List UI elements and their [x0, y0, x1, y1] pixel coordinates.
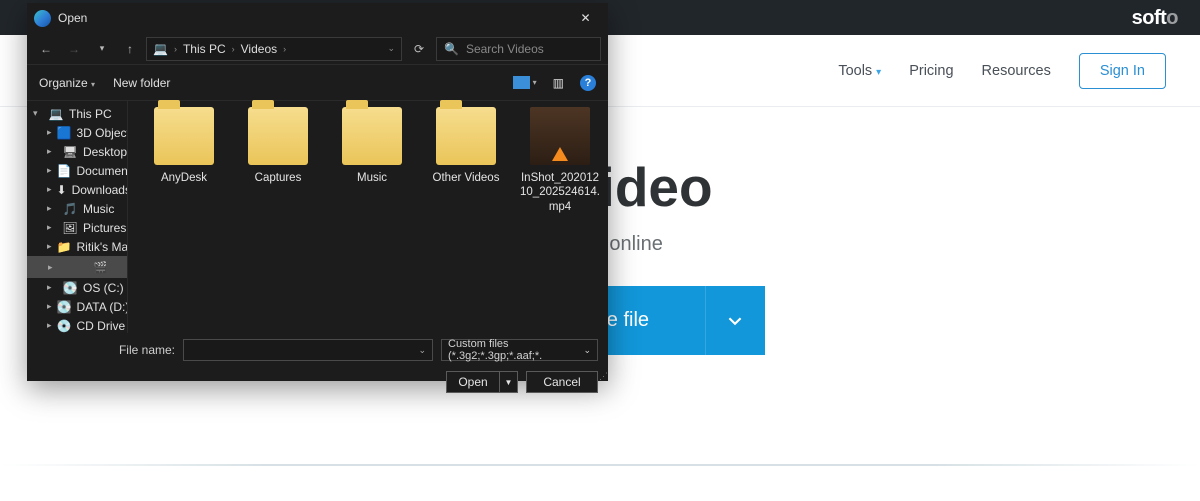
- tree-item[interactable]: ▸💽OS (C:): [27, 278, 127, 297]
- chevron-down-icon[interactable]: ⌄: [387, 43, 395, 54]
- search-input[interactable]: 🔍Search Videos: [436, 37, 601, 61]
- address-bar: ← → ▾ ↑ 💻› This PC› Videos› ⌄ ⟳ 🔍Search …: [27, 33, 608, 65]
- organize-button[interactable]: Organize ▾: [39, 76, 95, 90]
- view-button[interactable]: ▾: [513, 76, 537, 89]
- cancel-button[interactable]: Cancel: [526, 371, 598, 393]
- file-list[interactable]: AnyDeskCapturesMusicOther VideosInShot_2…: [128, 101, 608, 333]
- toolbar: Organize ▾ New folder ▾ ▥ ?: [27, 65, 608, 101]
- close-icon[interactable]: ✕: [563, 3, 608, 33]
- back-button[interactable]: ←: [34, 37, 58, 61]
- tree-item[interactable]: ▸📁Ritik's Mate: [27, 237, 127, 256]
- file-item[interactable]: AnyDesk: [142, 107, 226, 333]
- dialog-titlebar[interactable]: Open ✕: [27, 3, 608, 33]
- edge-icon: [34, 10, 51, 27]
- filename-input[interactable]: ⌄: [183, 339, 433, 361]
- recent-chevron-icon[interactable]: ▾: [90, 37, 114, 61]
- file-item[interactable]: Captures: [236, 107, 320, 333]
- tree-item[interactable]: ▸🎵Music: [27, 199, 127, 218]
- tree-item[interactable]: ▸💿CD Drive (F:) I: [27, 316, 127, 333]
- up-button[interactable]: ↑: [118, 37, 142, 61]
- filename-label: File name:: [119, 343, 175, 357]
- open-split-icon[interactable]: ▼: [499, 372, 517, 392]
- tree-item[interactable]: ▸⬇Downloads: [27, 180, 127, 199]
- choose-file-dropdown[interactable]: [705, 286, 765, 355]
- nav-resources[interactable]: Resources: [982, 63, 1051, 79]
- tree-item[interactable]: ▸🎬Videos: [27, 256, 128, 278]
- search-icon: 🔍: [444, 42, 459, 56]
- tree-item[interactable]: ▸📄Documents: [27, 161, 127, 180]
- file-item[interactable]: InShot_20201210_202524614.mp4: [518, 107, 602, 333]
- ground-line: [0, 464, 1200, 466]
- tree-item[interactable]: ▾💻This PC: [27, 104, 127, 123]
- refresh-button[interactable]: ⟳: [406, 42, 432, 56]
- pc-icon: 💻: [153, 42, 168, 56]
- nav-tools[interactable]: Tools▾: [838, 63, 881, 79]
- new-folder-button[interactable]: New folder: [113, 76, 170, 90]
- tree-item[interactable]: ▸🟦3D Objects: [27, 123, 127, 142]
- tree-item[interactable]: ▸💽DATA (D:): [27, 297, 127, 316]
- tree-item[interactable]: ▸🖼Pictures: [27, 218, 127, 237]
- open-button[interactable]: Open▼: [446, 371, 518, 393]
- folder-tree[interactable]: ▾💻This PC▸🟦3D Objects▸🖥Desktop▸📄Document…: [27, 101, 128, 333]
- file-item[interactable]: Other Videos: [424, 107, 508, 333]
- breadcrumb[interactable]: 💻› This PC› Videos› ⌄: [146, 37, 402, 61]
- brand-logo: softo: [1132, 7, 1178, 30]
- filetype-select[interactable]: Custom files (*.3g2;*.3gp;*.aaf;*.⌄: [441, 339, 598, 361]
- file-item[interactable]: Music: [330, 107, 414, 333]
- breadcrumb-seg[interactable]: This PC›: [183, 42, 235, 56]
- tree-item[interactable]: ▸🖥Desktop: [27, 142, 127, 161]
- dialog-title: Open: [58, 11, 87, 25]
- help-icon[interactable]: ?: [580, 75, 596, 91]
- file-open-dialog: Open ✕ ← → ▾ ↑ 💻› This PC› Videos› ⌄ ⟳ 🔍…: [27, 3, 608, 381]
- resize-grip-icon[interactable]: ⋰: [599, 373, 606, 379]
- nav-pricing[interactable]: Pricing: [909, 63, 953, 79]
- sign-in-button[interactable]: Sign In: [1079, 53, 1166, 89]
- preview-pane-button[interactable]: ▥: [553, 76, 564, 90]
- breadcrumb-seg[interactable]: Videos›: [241, 42, 286, 56]
- forward-button[interactable]: →: [62, 37, 86, 61]
- chevron-down-icon: ▾: [876, 67, 881, 78]
